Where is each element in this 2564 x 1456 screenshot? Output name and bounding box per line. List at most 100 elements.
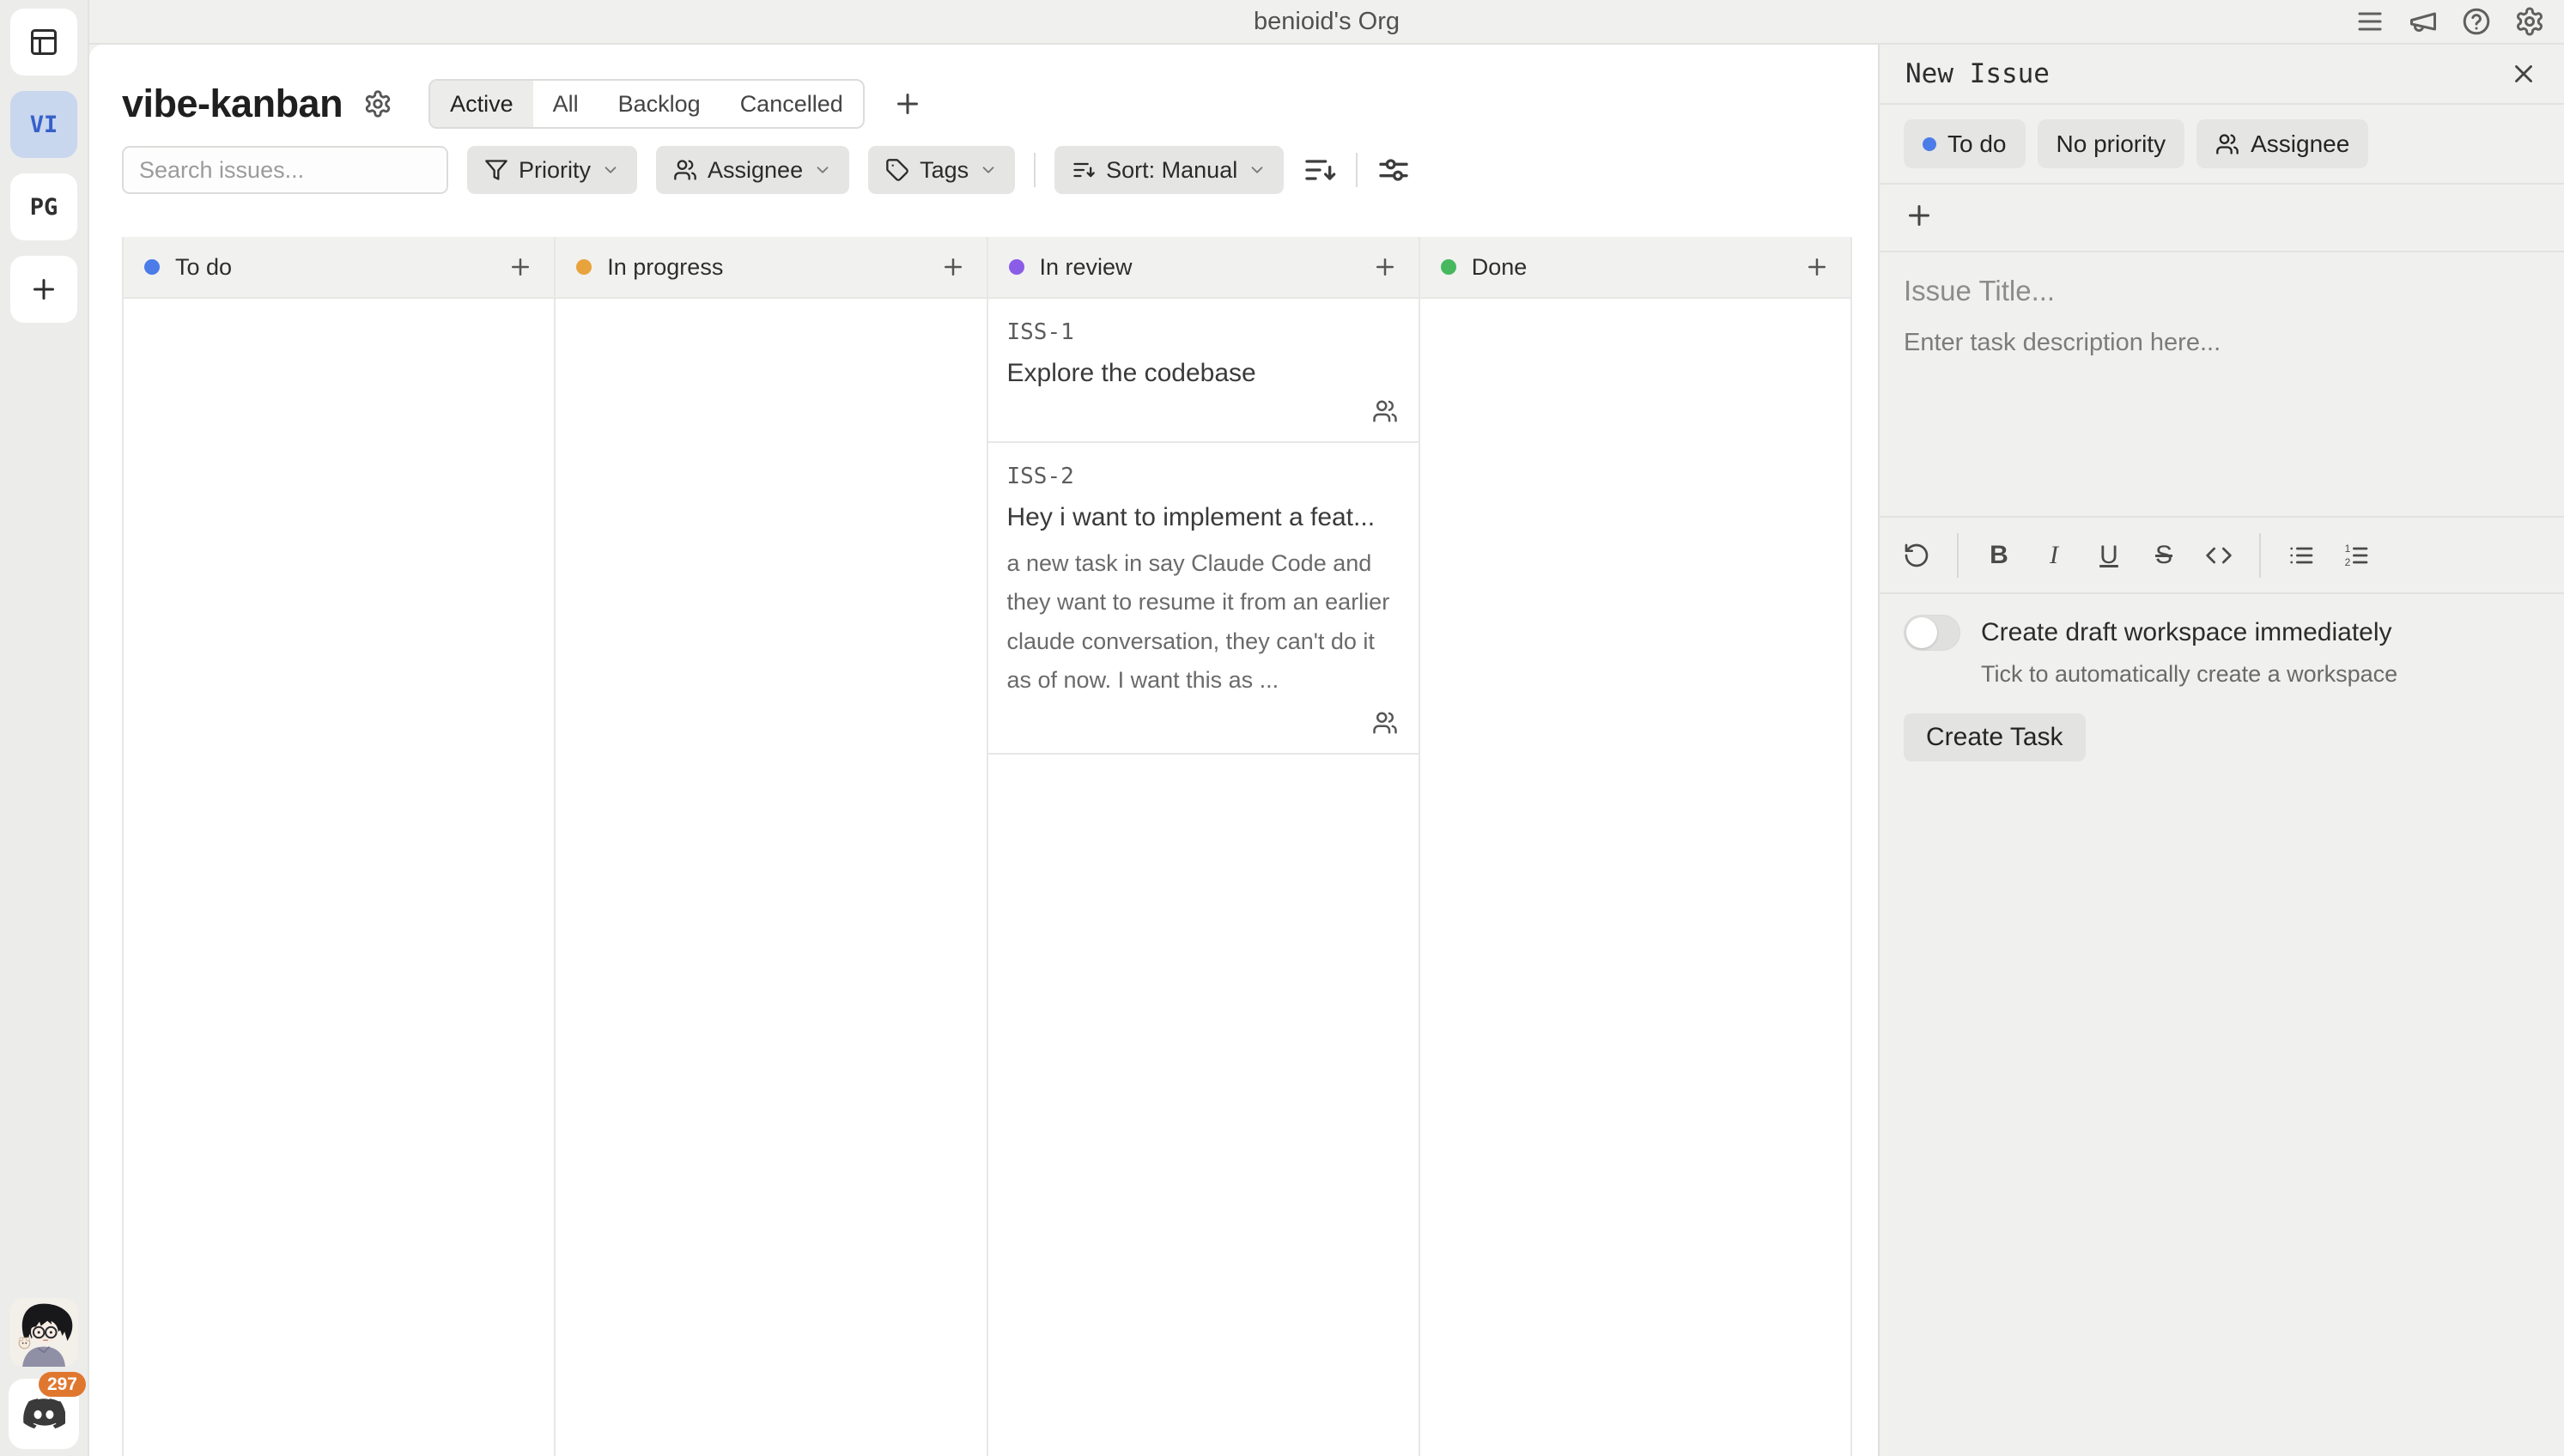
tab-backlog[interactable]: Backlog xyxy=(598,81,720,127)
strikethrough-button[interactable]: S xyxy=(2149,541,2178,570)
undo-button[interactable] xyxy=(1902,541,1931,570)
search-input[interactable] xyxy=(122,146,448,194)
toolbar-divider xyxy=(1957,533,1959,578)
plus-icon xyxy=(28,274,59,305)
tab-all[interactable]: All xyxy=(533,81,598,127)
funnel-icon xyxy=(484,158,508,182)
toggle-label: Create draft workspace immediately xyxy=(1981,618,2392,647)
tags-filter-label: Tags xyxy=(920,157,969,184)
issue-card[interactable]: ISS-1 Explore the codebase xyxy=(988,299,1419,443)
italic-button[interactable]: I xyxy=(2039,541,2069,570)
filter-toolbar: Priority Assignee Tags Sort: Manual xyxy=(89,129,1878,215)
column-header: In progress xyxy=(556,237,986,299)
sidebar-workspace-vi[interactable]: VI xyxy=(10,91,77,158)
assignee-filter-label: Assignee xyxy=(708,157,803,184)
code-button[interactable] xyxy=(2204,541,2233,570)
megaphone-icon[interactable] xyxy=(2408,6,2439,37)
chevron-down-icon xyxy=(813,161,832,179)
bullet-list-icon xyxy=(2288,542,2315,569)
sort-label: Sort: Manual xyxy=(1106,157,1237,184)
toggle-hint: Tick to automatically create a workspace xyxy=(1981,661,2540,688)
bullet-list-button[interactable] xyxy=(2287,541,2316,570)
assignee-icon[interactable] xyxy=(1372,398,1398,424)
project-title: vibe-kanban xyxy=(122,82,343,126)
assignee-filter-button[interactable]: Assignee xyxy=(656,146,849,194)
priority-badge-label: No priority xyxy=(2057,130,2166,158)
add-issue-button[interactable] xyxy=(507,254,533,280)
status-dot xyxy=(1009,259,1024,275)
column-todo: To do xyxy=(122,237,554,1456)
priority-filter-button[interactable]: Priority xyxy=(467,146,637,194)
status-badge[interactable]: To do xyxy=(1904,119,2026,168)
user-avatar[interactable] xyxy=(9,1298,78,1367)
assignee-badge-label: Assignee xyxy=(2251,130,2349,158)
chevron-down-icon xyxy=(601,161,620,179)
sidebar-panels-button[interactable] xyxy=(10,9,77,76)
code-icon xyxy=(2205,542,2233,569)
tags-filter-button[interactable]: Tags xyxy=(868,146,1015,194)
add-property-button[interactable] xyxy=(1904,200,1935,231)
workspace-toggle-section: Create draft workspace immediately Tick … xyxy=(1880,594,2564,688)
sidebar-add-workspace-button[interactable] xyxy=(10,256,77,323)
workspace-initials: VI xyxy=(30,112,58,138)
column-header: To do xyxy=(124,237,554,299)
create-task-button[interactable]: Create Task xyxy=(1904,713,2086,761)
new-issue-panel: New Issue To do No priority Assignee xyxy=(1878,45,2564,1456)
tab-active[interactable]: Active xyxy=(430,81,533,127)
underline-button[interactable]: U xyxy=(2094,541,2124,570)
ordered-list-icon xyxy=(2342,542,2370,569)
bold-button[interactable]: B xyxy=(1984,541,2014,570)
discord-button[interactable]: 297 xyxy=(9,1379,79,1449)
sort-button[interactable]: Sort: Manual xyxy=(1054,146,1284,194)
sort-lines-icon xyxy=(1072,158,1096,182)
ordered-list-button[interactable] xyxy=(2342,541,2371,570)
issue-id: ISS-1 xyxy=(1007,319,1400,345)
column-name: To do xyxy=(175,254,232,281)
issue-card[interactable]: ISS-2 Hey i want to implement a feat... … xyxy=(988,443,1419,755)
column-body xyxy=(124,299,554,1456)
issue-id: ISS-2 xyxy=(1007,464,1400,489)
editor-toolbar: B I U S xyxy=(1880,516,2564,594)
draft-workspace-toggle[interactable] xyxy=(1904,615,1960,651)
display-options-button[interactable] xyxy=(1376,153,1411,187)
assignee-badge[interactable]: Assignee xyxy=(2196,119,2368,168)
add-issue-button[interactable] xyxy=(1804,254,1830,280)
column-in-review: In review ISS-1 Explore the codebase xyxy=(987,237,1419,1456)
add-issue-button[interactable] xyxy=(940,254,966,280)
issue-property-badges: To do No priority Assignee xyxy=(1880,105,2564,185)
app-sidebar: VI PG xyxy=(0,0,89,1456)
priority-badge[interactable]: No priority xyxy=(2038,119,2185,168)
close-icon[interactable] xyxy=(2509,59,2538,88)
add-issue-button[interactable] xyxy=(1372,254,1398,280)
column-done: Done xyxy=(1419,237,1852,1456)
help-icon[interactable] xyxy=(2461,6,2492,37)
top-bar: benioid's Org xyxy=(89,0,2564,45)
toolbar-divider xyxy=(1356,153,1358,187)
project-settings-icon[interactable] xyxy=(363,89,392,118)
sort-direction-button[interactable] xyxy=(1303,153,1337,187)
status-dot xyxy=(144,259,160,275)
issue-title-input[interactable] xyxy=(1904,275,2540,307)
column-name: In review xyxy=(1040,254,1133,281)
panels-layout-icon xyxy=(28,27,59,58)
column-body: ISS-1 Explore the codebase ISS-2 Hey i w… xyxy=(988,299,1419,1456)
issue-description-input[interactable] xyxy=(1904,325,2540,494)
menu-icon[interactable] xyxy=(2354,6,2385,37)
issue-title: Explore the codebase xyxy=(1007,359,1400,388)
tag-icon xyxy=(885,158,909,182)
assignee-icon[interactable] xyxy=(1372,710,1398,736)
toggle-knob xyxy=(1906,617,1937,648)
add-view-button[interactable] xyxy=(892,88,923,119)
users-icon xyxy=(673,158,697,182)
column-header: In review xyxy=(988,237,1419,299)
tab-cancelled[interactable]: Cancelled xyxy=(720,81,863,127)
column-header: Done xyxy=(1420,237,1850,299)
users-icon xyxy=(2215,132,2239,156)
chevron-down-icon xyxy=(1248,161,1267,179)
sidebar-workspace-pg[interactable]: PG xyxy=(10,173,77,240)
issue-description: a new task in say Claude Code and they w… xyxy=(1007,544,1400,700)
column-body xyxy=(1420,299,1850,1456)
board-columns: To do In progress In xyxy=(122,237,1852,1456)
settings-gear-icon[interactable] xyxy=(2514,6,2545,37)
kanban-board: vibe-kanban Active All Backlog Cancelled… xyxy=(89,45,1878,1456)
